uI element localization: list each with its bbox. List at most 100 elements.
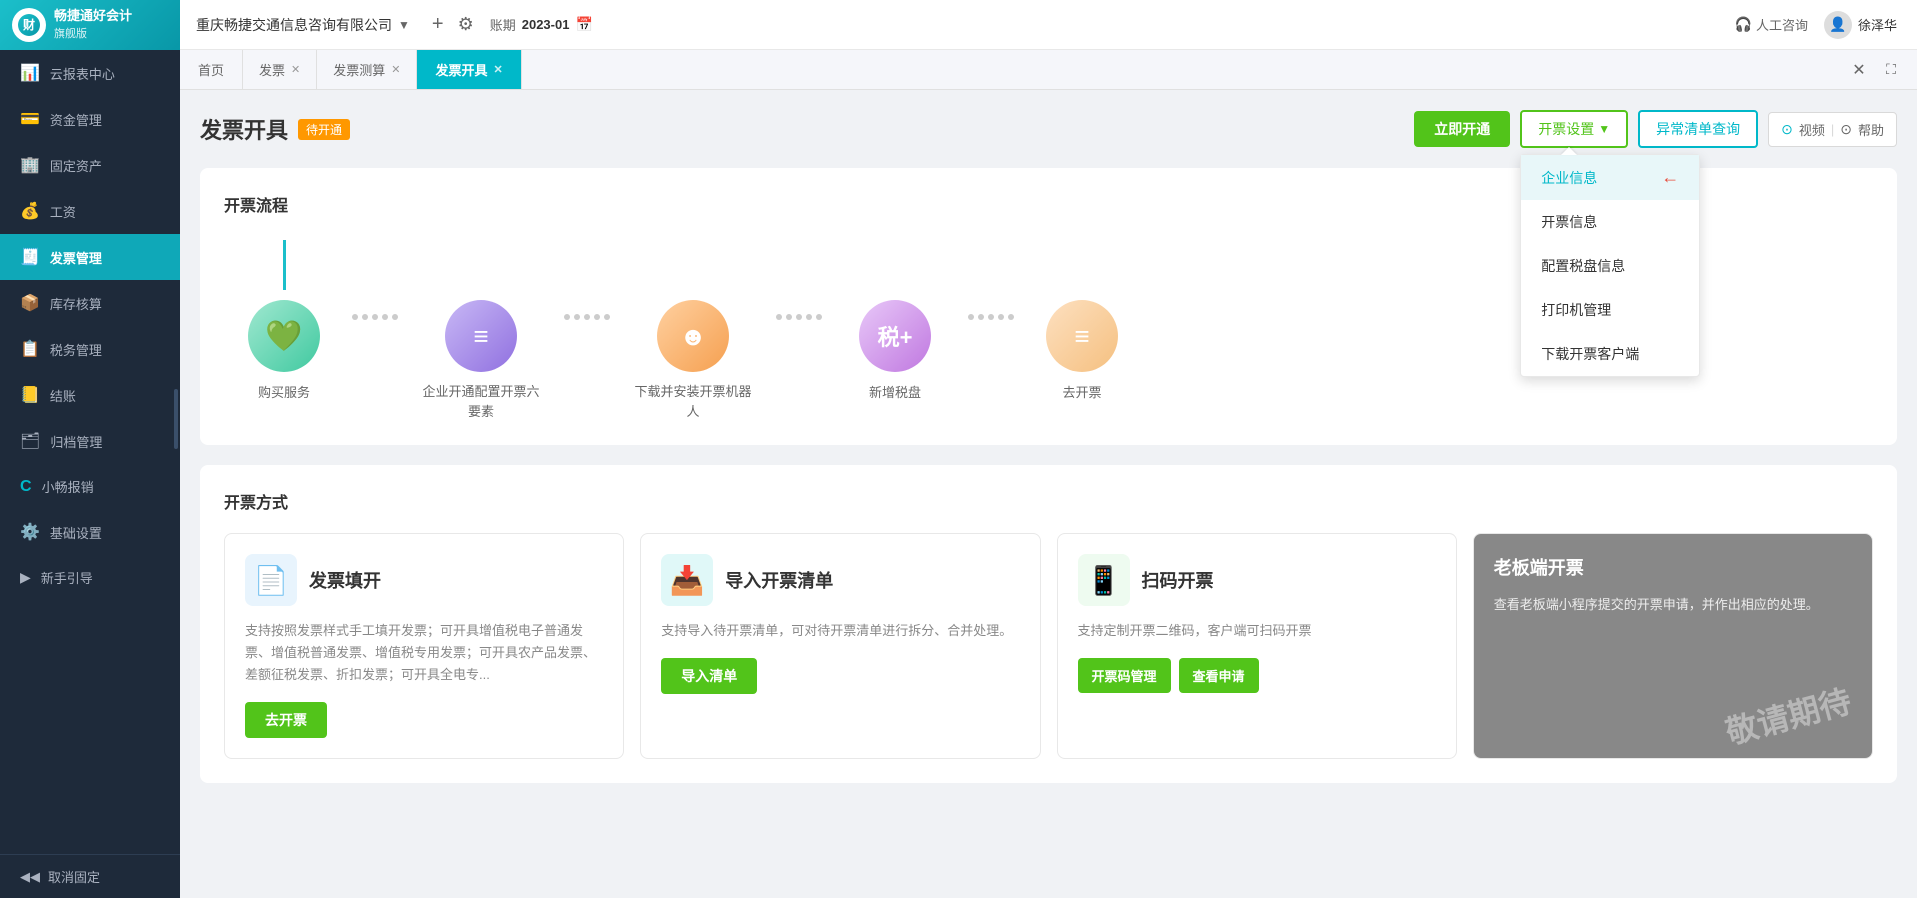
settings-dropdown-container: 开票设置 ▼ 企业信息 ← 开票信息: [1520, 110, 1628, 148]
flow-dots-1: [344, 314, 406, 320]
scroll-indicator: [174, 389, 178, 449]
sidebar-item-guide[interactable]: ▶ 新手引导: [0, 555, 180, 600]
activate-button[interactable]: 立即开通: [1414, 111, 1510, 147]
sidebar-label-tax: 税务管理: [50, 340, 102, 359]
tab-maximize-button[interactable]: ⛶: [1877, 56, 1905, 84]
step4-circle: 税+: [859, 300, 931, 372]
flow-step-2: ≡ 企业开通配置开票六要素: [406, 240, 556, 421]
dropdown-item-company-info[interactable]: 企业信息 ←: [1521, 155, 1699, 200]
basic-settings-icon: ⚙️: [20, 522, 40, 542]
user-button[interactable]: 👤 徐泽华: [1824, 11, 1897, 39]
tab-invoice-test-close[interactable]: ✕: [391, 63, 400, 76]
dropdown-item-invoice-info[interactable]: 开票信息: [1521, 200, 1699, 244]
step2-circle: ≡: [445, 300, 517, 372]
manual-fill-icon: 📄: [254, 564, 289, 597]
card4-header: 老板端开票: [1494, 554, 1852, 580]
sidebar-item-accounting[interactable]: 📒 结账: [0, 372, 180, 418]
settings-dropdown-menu: 企业信息 ← 开票信息 配置税盘信息 打印机管理 下载开票客户端: [1520, 154, 1700, 377]
step4-icon: 税+: [878, 320, 913, 352]
settings-button[interactable]: 开票设置 ▼: [1520, 110, 1628, 148]
calendar-icon[interactable]: 📅: [575, 16, 592, 33]
billing-section: 开票方式 📄 发票填开 支持按照发票样式手工填开发票；可开具增值税电子普通发票、…: [200, 465, 1897, 783]
settings-gear-icon[interactable]: ⚙: [450, 14, 482, 35]
step3-icon: ☻: [679, 321, 706, 352]
billing-card-import: 📥 导入开票清单 支持导入待开票清单，可对待开票清单进行拆分、合并处理。 导入清…: [640, 533, 1040, 759]
step2-label: 企业开通配置开票六要素: [421, 382, 541, 421]
tab-invoice-issue-label: 发票开具: [435, 60, 487, 79]
chart-icon: 📊: [20, 63, 40, 83]
billing-card-boss: 老板端开票 查看老板端小程序提交的开票申请，并作出相应的处理。 敬请期待: [1473, 533, 1873, 759]
sidebar-item-fund[interactable]: 💳 资金管理: [0, 96, 180, 142]
sidebar-label-inventory: 库存核算: [50, 294, 102, 313]
logo-title: 畅捷通好会计: [54, 8, 132, 25]
tab-invoice-test[interactable]: 发票测算 ✕: [317, 50, 417, 89]
dropdown-download-label: 下载开票客户端: [1541, 346, 1639, 362]
dropdown-item-printer[interactable]: 打印机管理: [1521, 288, 1699, 332]
coming-soon-overlay: 敬请期待: [1720, 676, 1856, 754]
video-label[interactable]: 视频: [1799, 120, 1825, 139]
tab-invoice-issue[interactable]: 发票开具 ✕: [417, 50, 521, 89]
anomaly-button[interactable]: 异常清单查询: [1638, 110, 1758, 148]
tab-home[interactable]: 首页: [180, 50, 243, 89]
billing-card-scan: 📱 扫码开票 支持定制开票二维码，客户端可扫码开票 开票码管理 查看申请: [1057, 533, 1457, 759]
help-label[interactable]: 帮助: [1858, 120, 1884, 139]
sidebar-item-inventory[interactable]: 📦 库存核算: [0, 280, 180, 326]
import-icon: 📥: [670, 564, 705, 597]
fund-icon: 💳: [20, 109, 40, 129]
sidebar-item-tax[interactable]: 📋 税务管理: [0, 326, 180, 372]
card3-icon: 📱: [1078, 554, 1130, 606]
unpin-label: 取消固定: [48, 867, 100, 886]
settings-chevron-icon: ▼: [1598, 122, 1610, 136]
dropdown-item-download[interactable]: 下载开票客户端: [1521, 332, 1699, 376]
dropdown-item-tax-config[interactable]: 配置税盘信息: [1521, 244, 1699, 288]
sidebar-label-fund: 资金管理: [50, 110, 102, 129]
unpin-icon: ◀◀: [20, 869, 40, 885]
card3-btns: 开票码管理 查看申请: [1078, 658, 1436, 693]
card1-btn[interactable]: 去开票: [245, 702, 327, 738]
sidebar-item-basic-settings[interactable]: ⚙️ 基础设置: [0, 509, 180, 555]
sidebar-bottom-area: ◀◀ 取消固定: [0, 854, 180, 898]
card3-btn2[interactable]: 查看申请: [1179, 658, 1259, 693]
add-company-button[interactable]: +: [426, 13, 450, 36]
tab-bar: 首页 发票 ✕ 发票测算 ✕ 发票开具 ✕ ✕ ⛶: [180, 50, 1917, 90]
card3-desc: 支持定制开票二维码，客户端可扫码开票: [1078, 620, 1436, 642]
card3-btn1[interactable]: 开票码管理: [1078, 658, 1171, 693]
page-title: 发票开具: [200, 113, 288, 145]
sidebar-label-assets: 固定资产: [50, 156, 102, 175]
flow-dots-4: [960, 314, 1022, 320]
sidebar-item-assets[interactable]: 🏢 固定资产: [0, 142, 180, 188]
page-header: 发票开具 待开通 立即开通 开票设置 ▼ 企业信息: [200, 110, 1897, 148]
sidebar-item-invoice[interactable]: 🧾 发票管理: [0, 234, 180, 280]
sidebar-item-archive[interactable]: 🗂 归档管理: [0, 418, 180, 464]
flow-dots-2: [556, 314, 618, 320]
red-arrow-indicator: ←: [1661, 167, 1679, 188]
company-name: 重庆畅捷交通信息咨询有限公司: [196, 15, 392, 35]
tab-invoice-test-label: 发票测算: [333, 60, 385, 79]
archive-icon: 🗂: [20, 431, 40, 451]
card2-btn[interactable]: 导入清单: [661, 658, 757, 694]
sidebar-item-payroll[interactable]: 💰 工资: [0, 188, 180, 234]
tab-invoice-close[interactable]: ✕: [291, 63, 300, 76]
support-button[interactable]: 🎧 人工咨询: [1735, 15, 1808, 34]
logo-icon: 财: [12, 8, 46, 42]
separator: |: [1831, 122, 1834, 137]
flow-step-4: 税+ 新增税盘: [830, 240, 960, 401]
tab-invoice[interactable]: 发票 ✕: [243, 50, 317, 89]
inventory-icon: 📦: [20, 293, 40, 313]
logo-text-area: 畅捷通好会计 旗舰版: [54, 8, 132, 41]
card4-desc: 查看老板端小程序提交的开票申请，并作出相应的处理。: [1494, 594, 1852, 616]
tab-close-all-button[interactable]: ✕: [1845, 56, 1873, 84]
tab-invoice-issue-close[interactable]: ✕: [494, 63, 503, 76]
headset-icon: 🎧: [1735, 16, 1752, 33]
dropdown-printer-label: 打印机管理: [1541, 302, 1611, 318]
step1-vertical-line: [283, 240, 286, 290]
dropdown-company-info-label: 企业信息: [1541, 168, 1597, 188]
sidebar-item-cloud-report[interactable]: 📊 云报表中心: [0, 50, 180, 96]
step1-label: 购买服务: [258, 382, 310, 401]
sidebar-label-payroll: 工资: [50, 202, 76, 221]
company-selector[interactable]: 重庆畅捷交通信息咨询有限公司 ▼: [180, 15, 426, 35]
sidebar-item-sales[interactable]: C 小畅报销: [0, 464, 180, 509]
unpin-button[interactable]: ◀◀ 取消固定: [20, 867, 160, 886]
period-label: 账期: [490, 15, 516, 34]
sidebar-label-basic-settings: 基础设置: [50, 523, 102, 542]
